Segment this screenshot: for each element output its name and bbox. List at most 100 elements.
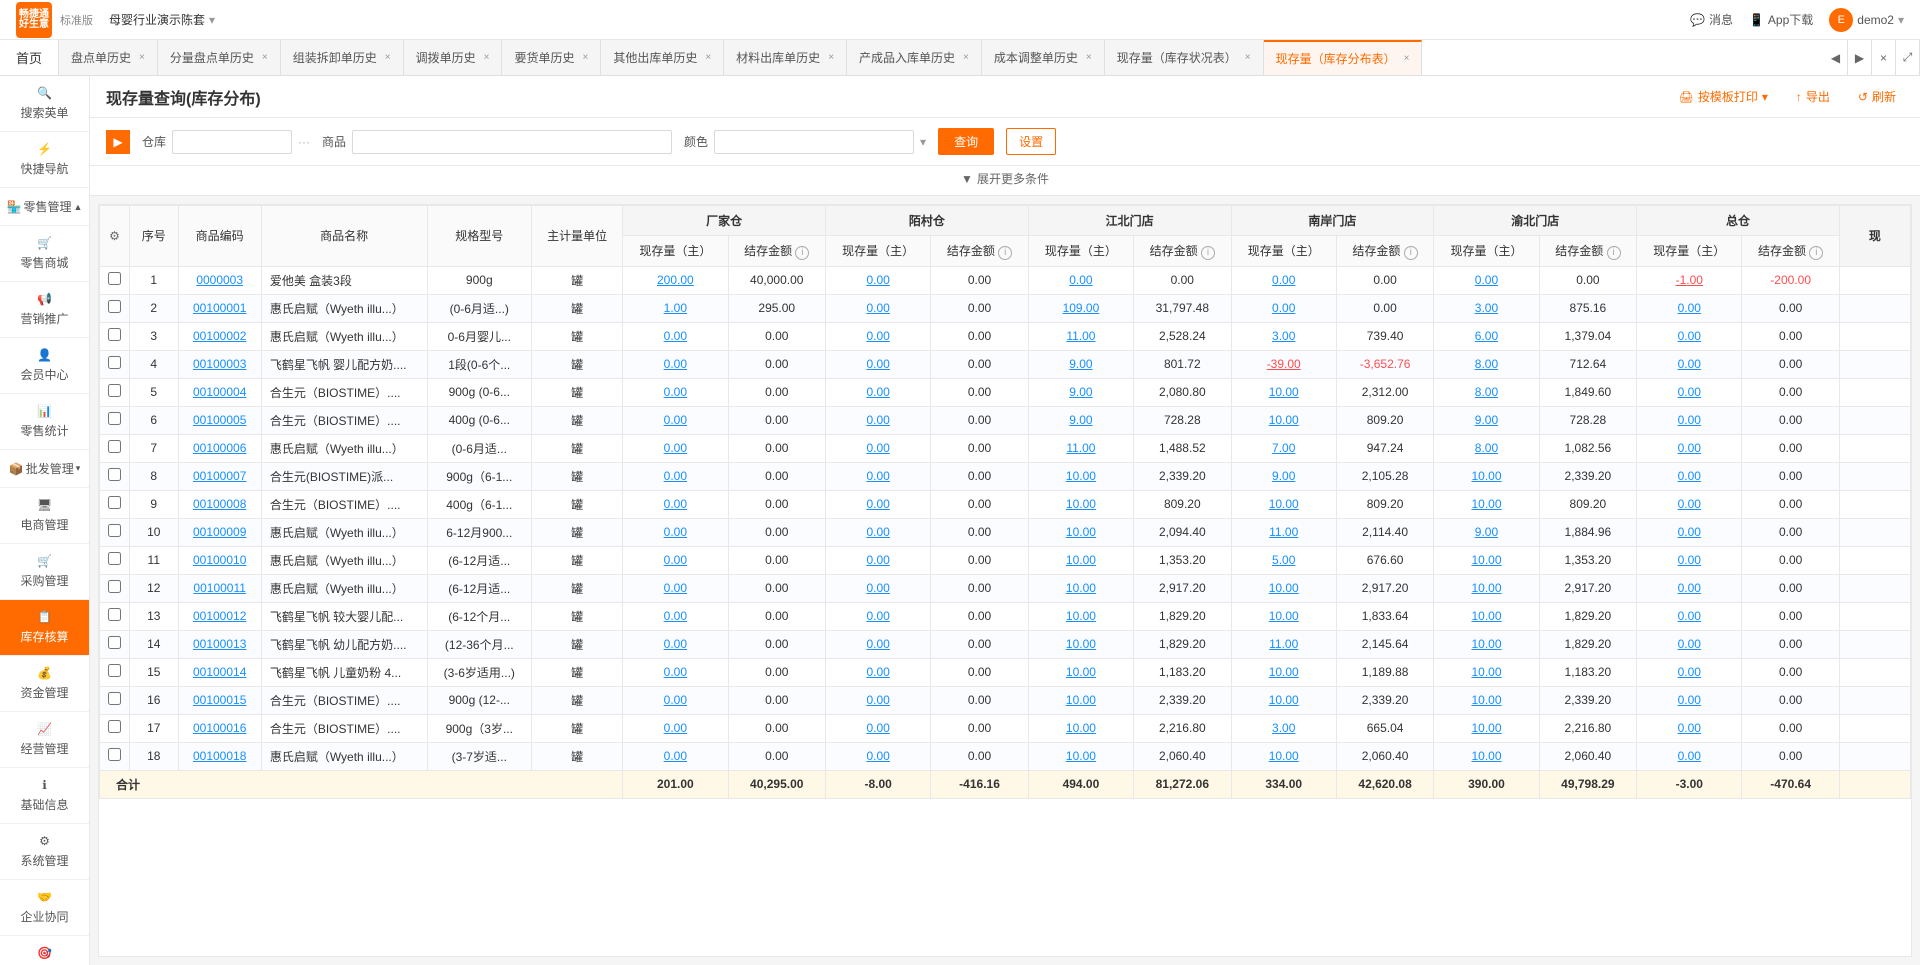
row-yb-amt: 2,216.80 <box>1539 714 1636 742</box>
row-checkbox[interactable] <box>100 462 130 490</box>
row-yb-qty: 8.00 <box>1434 350 1539 378</box>
cf-amt-info[interactable]: i <box>795 246 809 260</box>
tab-label-fenpandian: 分量盘点单历史 <box>170 49 254 66</box>
tab-yaohuo[interactable]: 要货单历史 × <box>502 40 601 76</box>
tab-close-xiancunliang2[interactable]: × <box>1404 53 1410 64</box>
tab-expand-btn[interactable]: ⤢ <box>1896 40 1920 76</box>
col-gear[interactable]: ⚙ <box>100 206 130 267</box>
industry-dropdown[interactable]: 母婴行业演示陈套 ▾ <box>109 11 215 28</box>
refresh-btn[interactable]: ↺ 刷新 <box>1850 84 1904 109</box>
tab-diaobuo[interactable]: 调拨单历史 × <box>404 40 503 76</box>
sidebar-item-inventory[interactable]: 📋 库存核算 <box>0 600 89 656</box>
tab-xiancunliang2[interactable]: 现存量（库存分布表） × <box>1264 40 1423 76</box>
goods-input[interactable]: babycare孕妇待产包 春季入院全套母子组合孕妇产后冬季月子用品 22件套 … <box>352 130 672 154</box>
warehouse-input[interactable] <box>172 130 292 154</box>
row-checkbox[interactable] <box>100 630 130 658</box>
sidebar-item-ecommerce[interactable]: 🖥 电商管理 <box>0 488 89 544</box>
user-menu[interactable]: E demo2 ▾ <box>1829 8 1904 32</box>
sidebar-item-purchase[interactable]: 🛒 采购管理 <box>0 544 89 600</box>
tab-pandian[interactable]: 盘点单历史 × <box>59 40 158 76</box>
row-checkbox[interactable] <box>100 406 130 434</box>
row-checkbox[interactable] <box>100 518 130 546</box>
expand-more-btn[interactable]: ▼ 展开更多条件 <box>961 170 1049 187</box>
sidebar-item-basic[interactable]: ℹ 基础信息 <box>0 768 89 824</box>
row-name: 合生元（BIOSTIME）.... <box>261 714 427 742</box>
color-input[interactable] <box>714 130 914 154</box>
tab-prev-btn[interactable]: ◀ <box>1824 40 1848 76</box>
table-area[interactable]: ⚙ 序号 商品编码 商品名称 规格型号 主计量单位 厂家仓 陌村仓 江北门店 南… <box>98 204 1912 957</box>
row-checkbox[interactable] <box>100 574 130 602</box>
tab-close-chanpinruku[interactable]: × <box>963 52 969 63</box>
row-zc-qty: 0.00 <box>1637 742 1742 770</box>
mc-amt-info[interactable]: i <box>998 246 1012 260</box>
sidebar-item-mall[interactable]: 🛒 零售商城 <box>0 226 89 282</box>
row-checkbox[interactable] <box>100 714 130 742</box>
tab-close-qitachuku[interactable]: × <box>705 52 711 63</box>
row-checkbox[interactable] <box>100 294 130 322</box>
tab-close-zuzhuang[interactable]: × <box>385 52 391 63</box>
row-mc-qty: 0.00 <box>825 658 930 686</box>
tab-cailiaochuku[interactable]: 材料出库单历史 × <box>724 40 847 76</box>
row-xc <box>1839 434 1910 462</box>
system-icon: ⚙ <box>39 834 50 848</box>
tab-xiancunliang1[interactable]: 现存量（库存状况表） × <box>1105 40 1264 76</box>
row-checkbox[interactable] <box>100 350 130 378</box>
sidebar-item-marketing[interactable]: 📢 营销推广 <box>0 282 89 338</box>
na-amt-info[interactable]: i <box>1404 246 1418 260</box>
row-checkbox[interactable] <box>100 742 130 770</box>
filter-expand-btn[interactable]: ▶ <box>106 130 130 154</box>
row-jb-amt: 1,488.52 <box>1134 434 1231 462</box>
tab-close-fenpandian[interactable]: × <box>262 52 268 63</box>
sidebar-item-operation[interactable]: 📈 经营管理 <box>0 712 89 768</box>
tab-close-yaohuo[interactable]: × <box>582 52 588 63</box>
tab-close-cailiaochuku[interactable]: × <box>828 52 834 63</box>
tab-qitachuku[interactable]: 其他出库单历史 × <box>601 40 724 76</box>
jb-amt-info[interactable]: i <box>1201 246 1215 260</box>
warehouse-dots[interactable]: ··· <box>298 135 310 149</box>
tab-close-all-btn[interactable]: × <box>1872 40 1896 76</box>
row-spec: 6-12月900... <box>427 518 532 546</box>
gear-icon[interactable]: ⚙ <box>109 229 120 243</box>
tab-close-diaobuo[interactable]: × <box>484 52 490 63</box>
message-btn[interactable]: 💬 消息 <box>1690 11 1733 28</box>
print-btn[interactable]: 🖨 按模板打印 ▾ <box>1671 84 1776 109</box>
row-checkbox[interactable] <box>100 266 130 294</box>
tab-next-btn[interactable]: ▶ <box>1848 40 1872 76</box>
sidebar-item-stats[interactable]: 📊 零售统计 <box>0 394 89 450</box>
row-checkbox[interactable] <box>100 658 130 686</box>
tab-close-pandian[interactable]: × <box>139 52 145 63</box>
setting-btn[interactable]: 设置 <box>1006 128 1056 155</box>
color-dropdown-arrow[interactable]: ▾ <box>920 135 926 149</box>
tab-home[interactable]: 首页 <box>0 40 59 76</box>
row-checkbox[interactable] <box>100 686 130 714</box>
row-checkbox[interactable] <box>100 546 130 574</box>
sidebar-item-member[interactable]: 👤 会员中心 <box>0 338 89 394</box>
tab-close-chenben[interactable]: × <box>1086 52 1092 63</box>
tab-close-xiancunliang1[interactable]: × <box>1245 52 1251 63</box>
sidebar-item-wholesale[interactable]: 📦 批发管理 ▾ <box>0 450 89 488</box>
tab-zuzhuang[interactable]: 组装拆卸单历史 × <box>281 40 404 76</box>
tab-chenben[interactable]: 成本调整单历史 × <box>982 40 1105 76</box>
zc-amt-info[interactable]: i <box>1809 246 1823 260</box>
row-checkbox[interactable] <box>100 602 130 630</box>
tab-fenpandian[interactable]: 分量盘点单历史 × <box>158 40 281 76</box>
sidebar-item-finance[interactable]: 💰 资金管理 <box>0 656 89 712</box>
sidebar-item-retail[interactable]: 🏪 零售管理 ▲ <box>0 188 89 226</box>
sidebar-item-guide[interactable]: 🎯 新手引导 <box>0 936 89 965</box>
row-checkbox[interactable] <box>100 490 130 518</box>
query-btn[interactable]: 查询 <box>938 128 994 155</box>
sidebar-item-search[interactable]: 🔍 搜索英单 <box>0 76 89 132</box>
refresh-icon: ↺ <box>1858 90 1868 104</box>
yb-amt-info[interactable]: i <box>1607 246 1621 260</box>
sidebar-item-system[interactable]: ⚙ 系统管理 <box>0 824 89 880</box>
download-btn[interactable]: 📱 App下载 <box>1749 11 1813 28</box>
col-jb-amt-header: 结存金额 i <box>1134 236 1231 267</box>
sidebar-item-collab[interactable]: 🤝 企业协同 <box>0 880 89 936</box>
row-checkbox[interactable] <box>100 434 130 462</box>
row-checkbox[interactable] <box>100 378 130 406</box>
export-btn[interactable]: ↑ 导出 <box>1788 84 1838 109</box>
row-spec: 0-6月婴儿... <box>427 322 532 350</box>
row-checkbox[interactable] <box>100 322 130 350</box>
sidebar-item-quicknav[interactable]: ⚡ 快捷导航 <box>0 132 89 188</box>
tab-chanpinruku[interactable]: 产成品入库单历史 × <box>847 40 982 76</box>
